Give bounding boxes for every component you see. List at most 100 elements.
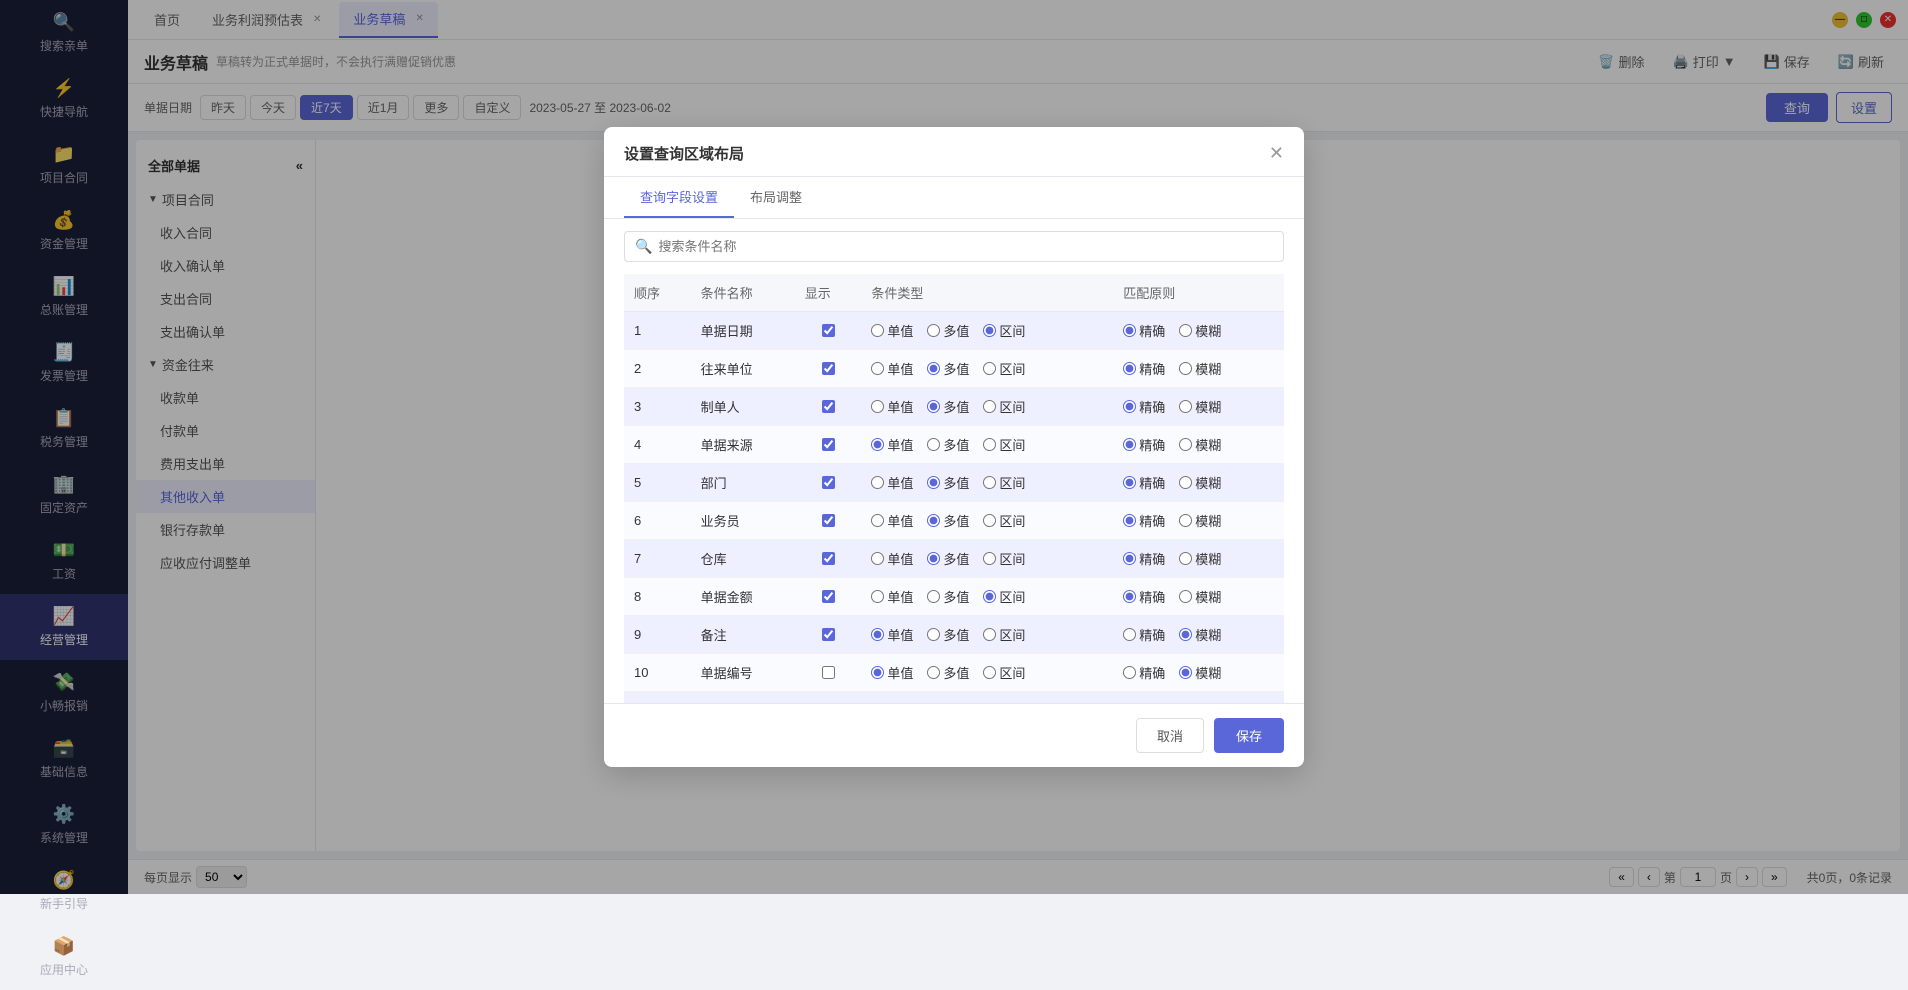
modal-tab-query-fields[interactable]: 查询字段设置 [624,177,734,218]
row-type: 单值多值区间 [861,426,1113,464]
match-radio-精确[interactable]: 精确 [1123,549,1165,568]
type-radio-多值[interactable]: 多值 [927,587,969,606]
type-radio-区间[interactable]: 区间 [983,359,1025,378]
type-radio-多值[interactable]: 多值 [927,397,969,416]
type-radio-单值[interactable]: 单值 [871,435,913,454]
show-checkbox[interactable] [822,666,835,679]
type-radio-单值[interactable]: 单值 [871,587,913,606]
match-radio-模糊[interactable]: 模糊 [1179,321,1221,340]
show-checkbox[interactable] [822,438,835,451]
modal-tabs: 查询字段设置布局调整 [604,177,1304,219]
row-match: 精确模糊 [1113,464,1284,502]
match-radio-精确[interactable]: 精确 [1123,587,1165,606]
table-row: 3制单人单值多值区间精确模糊 [624,388,1284,426]
row-match: 精确模糊 [1113,616,1284,654]
type-radio-多值[interactable]: 多值 [927,663,969,682]
row-match: 精确模糊 [1113,540,1284,578]
match-radio-精确[interactable]: 精确 [1123,435,1165,454]
match-radio-模糊[interactable]: 模糊 [1179,625,1221,644]
column-header: 显示 [795,274,862,312]
modal-close-button[interactable]: ✕ [1269,143,1284,164]
show-checkbox[interactable] [822,590,835,603]
match-radio-精确[interactable]: 精确 [1123,663,1165,682]
sidebar-item-apps[interactable]: 📦 应用中心 [0,924,128,990]
type-radio-区间[interactable]: 区间 [983,511,1025,530]
row-show [795,350,862,388]
match-radio-模糊[interactable]: 模糊 [1179,587,1221,606]
apps-icon: 📦 [53,936,75,957]
match-radio-模糊[interactable]: 模糊 [1179,435,1221,454]
type-radio-区间[interactable]: 区间 [983,435,1025,454]
table-row: 2往来单位 单值多值区间 精确模糊 [624,350,1284,388]
row-name: 单据来源 [691,426,795,464]
match-radio-精确[interactable]: 精确 [1123,625,1165,644]
type-radio-多值[interactable]: 多值 [927,511,969,530]
type-radio-多值[interactable]: 多值 [927,435,969,454]
type-radio-单值[interactable]: 单值 [871,625,913,644]
type-radio-区间[interactable]: 区间 [983,587,1025,606]
row-order: 6 [624,502,691,540]
match-radio-模糊[interactable]: 模糊 [1179,511,1221,530]
type-radio-多值[interactable]: 多值 [927,473,969,492]
column-header: 匹配原则 [1113,274,1284,312]
type-radio-多值[interactable]: 多值 [927,625,969,644]
confirm-save-button[interactable]: 保存 [1214,718,1284,753]
column-header: 条件名称 [691,274,795,312]
modal-search-input[interactable] [658,239,1273,254]
type-radio-单值[interactable]: 单值 [871,511,913,530]
show-checkbox[interactable] [822,324,835,337]
type-radio-单值[interactable]: 单值 [871,473,913,492]
match-radio-精确[interactable]: 精确 [1123,473,1165,492]
match-radio-模糊[interactable]: 模糊 [1179,663,1221,682]
sidebar-label: 应用中心 [40,961,88,978]
settings-table: 顺序条件名称显示条件类型匹配原则 1单据日期单值多值区间精确模糊2往来单位单值多… [624,274,1284,703]
type-radio-区间[interactable]: 区间 [983,663,1025,682]
match-radio-精确[interactable]: 精确 [1123,511,1165,530]
modal-body: 🔍 顺序条件名称显示条件类型匹配原则 1单据日期单值多值区间精确模糊2往来单位单… [604,219,1304,703]
row-show [795,692,862,704]
row-order: 4 [624,426,691,464]
type-radio-多值[interactable]: 多值 [927,359,969,378]
cancel-button[interactable]: 取消 [1136,718,1204,753]
match-radio-精确[interactable]: 精确 [1123,397,1165,416]
row-show [795,388,862,426]
row-show [795,578,862,616]
show-checkbox[interactable] [822,552,835,565]
type-radio-区间[interactable]: 区间 [983,473,1025,492]
type-radio-单值[interactable]: 单值 [871,359,913,378]
row-type: 单值多值区间 [861,654,1113,692]
row-name: 往来单位 [691,350,795,388]
type-radio-单值[interactable]: 单值 [871,397,913,416]
match-radio-模糊[interactable]: 模糊 [1179,473,1221,492]
modal-header: 设置查询区域布局 ✕ [604,127,1304,177]
type-radio-区间[interactable]: 区间 [983,549,1025,568]
match-radio-模糊[interactable]: 模糊 [1179,549,1221,568]
match-radio-精确[interactable]: 精确 [1123,321,1165,340]
type-radio-单值[interactable]: 单值 [871,549,913,568]
type-radio-多值[interactable]: 多值 [927,321,969,340]
row-name: 部门 [691,464,795,502]
row-order: 2 [624,350,691,388]
type-radio-多值[interactable]: 多值 [927,549,969,568]
show-checkbox[interactable] [822,514,835,527]
match-radio-精确[interactable]: 精确 [1123,359,1165,378]
show-checkbox[interactable] [822,362,835,375]
show-checkbox[interactable] [822,400,835,413]
row-order: 8 [624,578,691,616]
modal-tab-layout[interactable]: 布局调整 [734,177,818,218]
type-radio-单值[interactable]: 单值 [871,663,913,682]
table-row: 9备注单值多值区间精确模糊 [624,616,1284,654]
type-radio-单值[interactable]: 单值 [871,321,913,340]
table-row: 6业务员单值多值区间精确模糊 [624,502,1284,540]
type-radio-区间[interactable]: 区间 [983,625,1025,644]
row-type: 单值多值区间 [861,312,1113,350]
row-show [795,616,862,654]
match-radio-模糊[interactable]: 模糊 [1179,359,1221,378]
row-name: 单据编号 [691,654,795,692]
column-header: 条件类型 [861,274,1113,312]
match-radio-模糊[interactable]: 模糊 [1179,397,1221,416]
type-radio-区间[interactable]: 区间 [983,397,1025,416]
type-radio-区间[interactable]: 区间 [983,321,1025,340]
show-checkbox[interactable] [822,476,835,489]
show-checkbox[interactable] [822,628,835,641]
